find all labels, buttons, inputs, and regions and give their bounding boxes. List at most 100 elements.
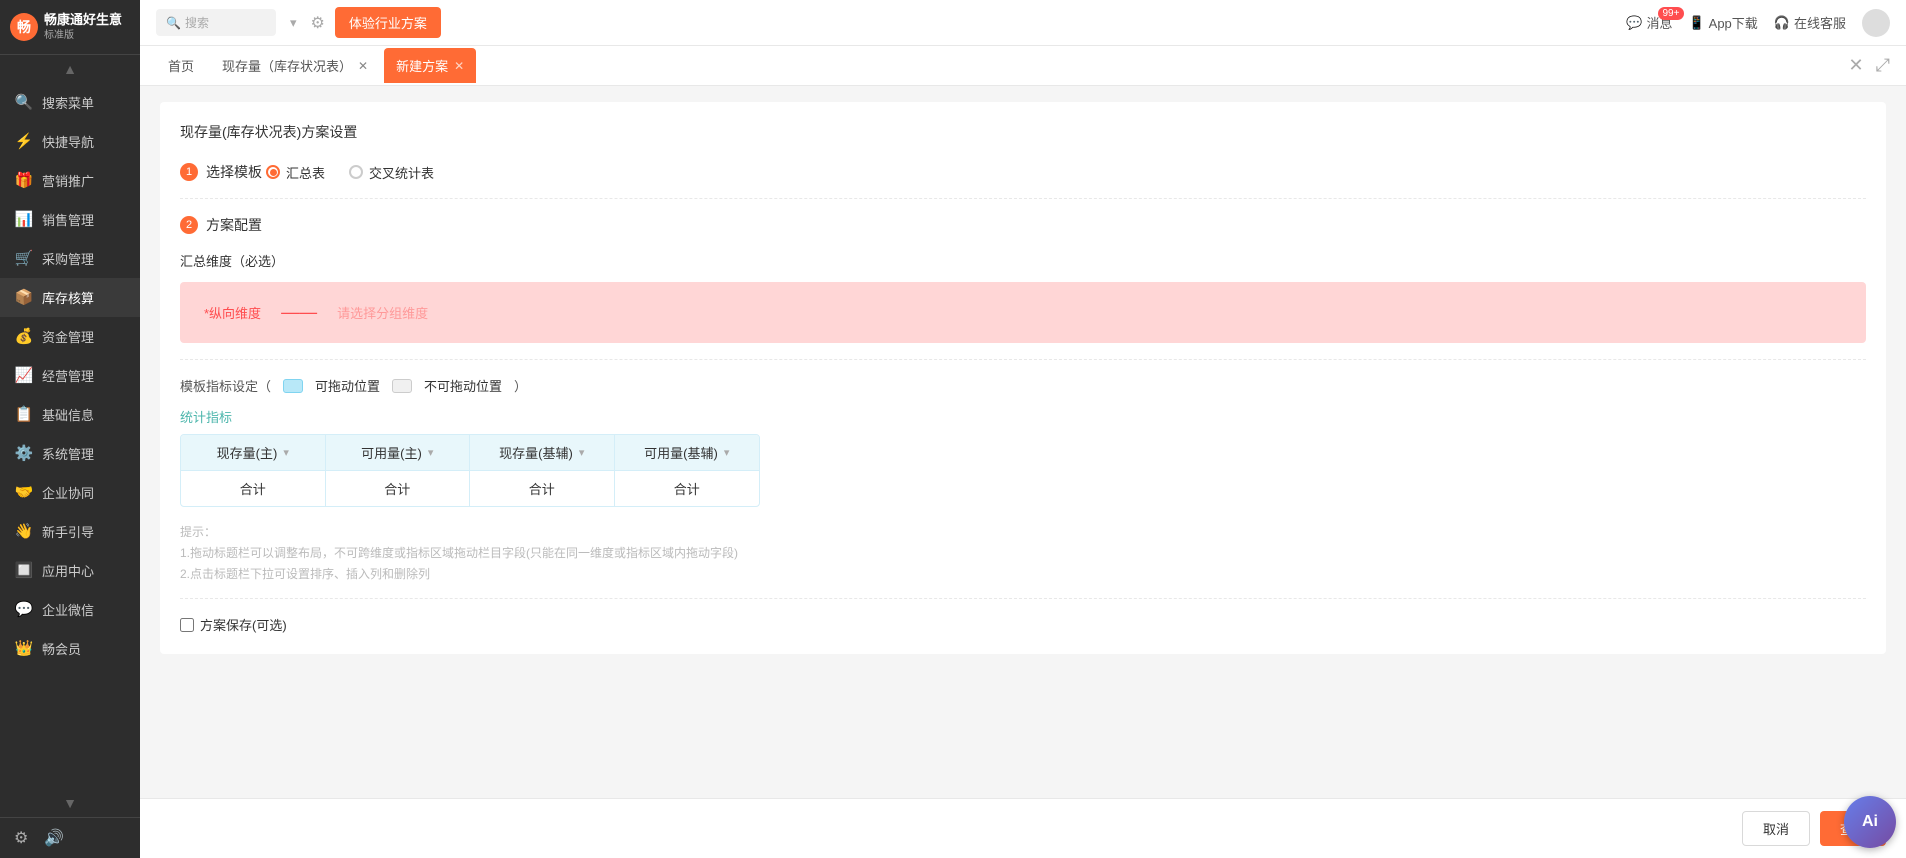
logo-icon: 畅 — [10, 13, 38, 41]
app-logo: 畅 畅康通好生意 标准版 — [0, 0, 140, 55]
sidebar-item-label: 新手引导 — [42, 522, 94, 541]
template-indicator-suffix: ） — [514, 376, 527, 395]
tab-new-plan[interactable]: 新建方案 ✕ — [384, 48, 476, 83]
sidebar-item-label: 营销推广 — [42, 171, 94, 190]
draggable-label: 可拖动位置 — [315, 376, 380, 395]
sidebar-nav: 🔍 搜索菜单 ⚡ 快捷导航 🎁 营销推广 📊 销售管理 🛒 采购管理 📦 库存核… — [0, 83, 140, 789]
tab-inventory-label: 现存量（库存状况表） — [222, 56, 352, 75]
col-label-2: 现存量(基辅) — [499, 443, 573, 462]
col-header-3[interactable]: 可用量(基辅) ▾ — [615, 435, 760, 470]
tab-inventory-close-icon[interactable]: ✕ — [358, 59, 368, 73]
app-subtitle: 标准版 — [44, 29, 122, 42]
save-option-label: 方案保存(可选) — [200, 615, 287, 634]
cart-icon: 🛒 — [14, 249, 34, 267]
save-option-row: 方案保存(可选) — [180, 615, 1866, 634]
vip-icon: 👑 — [14, 639, 34, 657]
sidebar-item-search[interactable]: 🔍 搜索菜单 — [0, 83, 140, 122]
sidebar-item-label: 系统管理 — [42, 444, 94, 463]
sidebar-item-wechat[interactable]: 💬 企业微信 — [0, 590, 140, 629]
col-label-0: 现存量(主) — [217, 443, 278, 462]
sidebar-item-apps[interactable]: 🔲 应用中心 — [0, 551, 140, 590]
sidebar-scroll-up[interactable]: ▲ — [0, 55, 140, 83]
col-header-0[interactable]: 现存量(主) ▾ — [181, 435, 326, 470]
sidebar-item-base[interactable]: 📋 基础信息 — [0, 395, 140, 434]
topbar-right: 💬 消息 99+ 📱 App下载 🎧 在线客服 — [1626, 9, 1890, 37]
sidebar-item-operation[interactable]: 📈 经营管理 — [0, 356, 140, 395]
step2-num: 2 — [180, 216, 198, 234]
user-avatar[interactable] — [1862, 9, 1890, 37]
app-download-btn[interactable]: 📱 App下载 — [1688, 13, 1757, 32]
tab-inventory-status[interactable]: 现存量（库存状况表） ✕ — [210, 48, 380, 83]
radio-summary[interactable]: 汇总表 — [266, 163, 325, 182]
panel-expand-icon[interactable]: ⤢ — [1876, 55, 1890, 76]
ai-fab-button[interactable]: Ai — [1844, 796, 1896, 848]
radio-cross-circle — [349, 165, 363, 179]
trial-industry-button[interactable]: 体验行业方案 — [335, 7, 441, 38]
tab-new-plan-label: 新建方案 — [396, 56, 448, 75]
sidebar-item-label: 企业协同 — [42, 483, 94, 502]
col-chevron-2: ▾ — [579, 446, 585, 459]
stats-table: 现存量(主) ▾ 可用量(主) ▾ 现存量(基辅) ▾ 可用量(基辅) — [180, 434, 760, 507]
online-service-btn[interactable]: 🎧 在线客服 — [1774, 13, 1846, 32]
non-draggable-label: 不可拖动位置 — [424, 376, 502, 395]
sidebar-item-sales[interactable]: 📊 销售管理 — [0, 200, 140, 239]
search-icon: 🔍 — [166, 16, 181, 30]
settings-icon[interactable]: ⚙ — [14, 828, 28, 848]
topbar-gear-icon[interactable]: ⚙ — [311, 13, 325, 33]
radio-summary-circle — [266, 165, 280, 179]
sidebar-item-label: 基础信息 — [42, 405, 94, 424]
radio-cross-label: 交叉统计表 — [369, 163, 434, 182]
apps-icon: 🔲 — [14, 561, 34, 579]
sidebar-item-corp[interactable]: 🤝 企业协同 — [0, 473, 140, 512]
save-checkbox[interactable] — [180, 618, 194, 632]
radio-cross[interactable]: 交叉统计表 — [349, 163, 434, 182]
cancel-button[interactable]: 取消 — [1742, 811, 1810, 846]
audio-icon[interactable]: 🔊 — [44, 828, 64, 848]
settings-panel: 现存量(库存状况表)方案设置 1 选择模板 汇总表 交叉统计表 — [160, 102, 1886, 654]
sidebar-item-quick-nav[interactable]: ⚡ 快捷导航 — [0, 122, 140, 161]
sidebar-item-newbie[interactable]: 👋 新手引导 — [0, 512, 140, 551]
col-header-2[interactable]: 现存量(基辅) ▾ — [470, 435, 615, 470]
topbar-chevron-icon[interactable]: ▾ — [290, 15, 297, 31]
newbie-icon: 👋 — [14, 522, 34, 540]
step1-label: 选择模板 — [206, 162, 262, 182]
sidebar-item-purchase[interactable]: 🛒 采购管理 — [0, 239, 140, 278]
scroll-up-arrow[interactable]: ▲ — [61, 59, 79, 79]
radio-summary-label: 汇总表 — [286, 163, 325, 182]
tip-0: 1.拖动标题栏可以调整布局，不可跨维度或指标区域拖动栏目字段(只能在同一维度或指… — [180, 544, 1866, 561]
message-badge[interactable]: 💬 消息 99+ — [1626, 13, 1672, 32]
col-label-1: 可用量(主) — [361, 443, 422, 462]
sidebar-item-label: 搜索菜单 — [42, 93, 94, 112]
tab-new-plan-close-icon[interactable]: ✕ — [454, 59, 464, 73]
scroll-down-arrow[interactable]: ▼ — [61, 793, 79, 813]
divider3 — [180, 598, 1866, 599]
sidebar-item-vip[interactable]: 👑 畅会员 — [0, 629, 140, 668]
template-indicator-label: 模板指标设定（ — [180, 376, 271, 395]
dimension-arrow-icon: —— — [281, 302, 317, 323]
sidebar-item-label: 畅会员 — [42, 639, 81, 658]
panel-close-top-icon[interactable]: ✕ — [1849, 55, 1864, 76]
sidebar-item-finance[interactable]: 💰 资金管理 — [0, 317, 140, 356]
search-box[interactable]: 🔍 搜索 — [156, 9, 276, 36]
stats-table-header: 现存量(主) ▾ 可用量(主) ▾ 现存量(基辅) ▾ 可用量(基辅) — [181, 435, 759, 470]
finance-icon: 💰 — [14, 327, 34, 345]
col-chevron-3: ▾ — [724, 446, 730, 459]
sidebar: 畅 畅康通好生意 标准版 ▲ 🔍 搜索菜单 ⚡ 快捷导航 🎁 营销推广 📊 销售… — [0, 0, 140, 858]
wechat-icon: 💬 — [14, 600, 34, 618]
message-icon: 💬 — [1626, 15, 1642, 31]
sidebar-item-label: 资金管理 — [42, 327, 94, 346]
dimension-area[interactable]: *纵向维度 —— 请选择分组维度 — [180, 282, 1866, 343]
col-header-1[interactable]: 可用量(主) ▾ — [326, 435, 471, 470]
sidebar-item-marketing[interactable]: 🎁 营销推广 — [0, 161, 140, 200]
config-section: 汇总维度（必选） *纵向维度 —— 请选择分组维度 — [180, 251, 1866, 343]
sidebar-item-label: 企业微信 — [42, 600, 94, 619]
sidebar-scroll-down[interactable]: ▼ — [0, 789, 140, 817]
sidebar-item-system[interactable]: ⚙️ 系统管理 — [0, 434, 140, 473]
tab-home[interactable]: 首页 — [156, 48, 206, 83]
sidebar-item-inventory[interactable]: 📦 库存核算 — [0, 278, 140, 317]
sidebar-footer: ⚙ 🔊 — [0, 817, 140, 858]
gift-icon: 🎁 — [14, 171, 34, 189]
panel-title: 现存量(库存状况表)方案设置 — [180, 122, 1866, 142]
search-icon: 🔍 — [14, 93, 34, 111]
sidebar-item-label: 经营管理 — [42, 366, 94, 385]
